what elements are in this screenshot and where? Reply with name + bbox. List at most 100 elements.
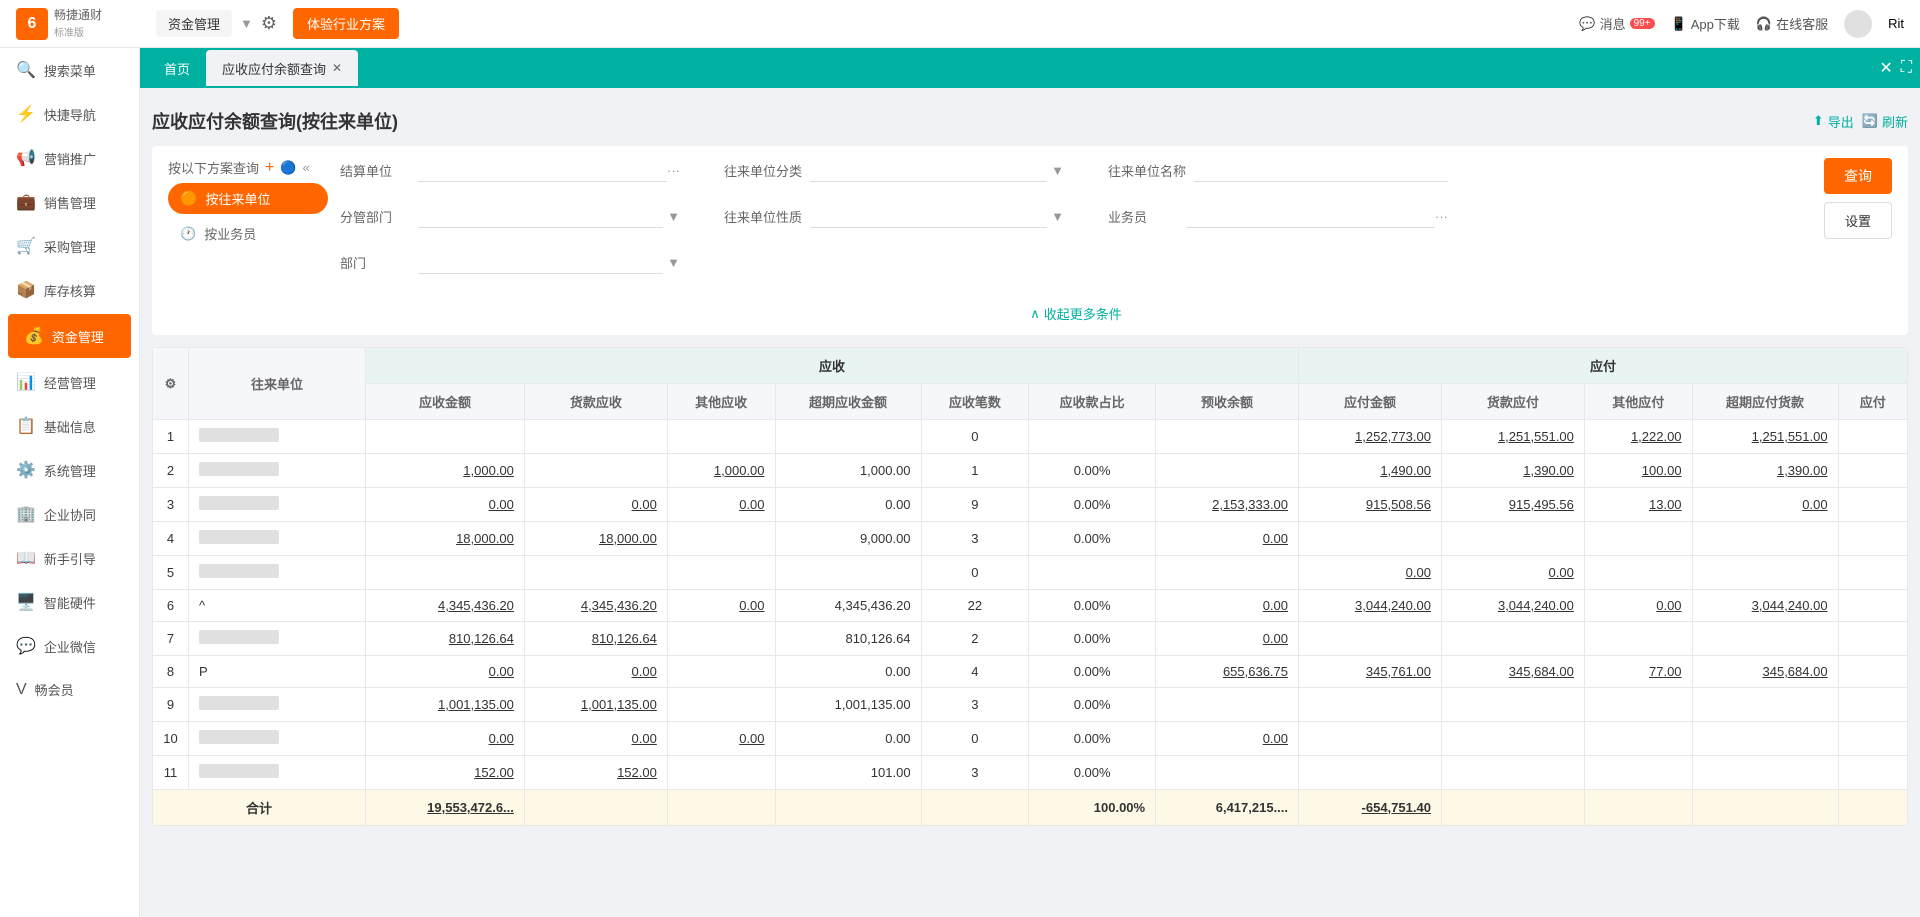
table-settings-col[interactable]: ⚙ (153, 348, 189, 420)
collapse-chevron-icon: ∧ (1030, 306, 1040, 322)
app-download-item[interactable]: 📱 App下载 (1671, 14, 1740, 33)
sidebar-item-vip[interactable]: V 畅会员 (0, 668, 139, 711)
dept2-arrow-icon[interactable]: ▼ (667, 255, 680, 270)
table-row: 7810,126.64810,126.64810,126.6420.00%0.0… (153, 622, 1908, 656)
message-item[interactable]: 💬 消息 99+ (1579, 14, 1654, 33)
sidebar-item-marketing-label: 营销推广 (44, 149, 96, 168)
filter-row-3: 部门 ▼ (340, 250, 1812, 274)
salesman-dots-icon[interactable]: ··· (1435, 209, 1448, 224)
filter-collapse-trigger[interactable]: ∧ 收起更多条件 (1030, 304, 1122, 323)
unit-name-input[interactable] (1194, 158, 1448, 182)
filter-group-salesman-icon: 🕐 (180, 226, 196, 242)
salesman-input[interactable] (1186, 204, 1435, 228)
sidebar-item-wechat[interactable]: 💬 企业微信 (0, 624, 139, 668)
dept-input[interactable] (418, 204, 663, 228)
filter-label: 按以下方案查询 (168, 158, 259, 177)
message-icon: 💬 (1579, 16, 1595, 32)
unit-category-arrow-icon[interactable]: ▼ (1051, 163, 1064, 178)
guide-icon: 📖 (16, 548, 36, 568)
col-ar-overdue: 超期应收金额 (775, 384, 921, 420)
user-avatar[interactable] (1844, 10, 1872, 38)
table-area: ⚙ 往来单位 应收 应付 应收金额 货款应收 其他应收 超期应收金额 应收笔数 … (152, 347, 1908, 826)
promo-button[interactable]: 体验行业方案 (293, 8, 399, 39)
sidebar-item-purchase[interactable]: 🛒 采购管理 (0, 224, 139, 268)
sidebar-item-search[interactable]: 🔍 搜索菜单 (0, 48, 139, 92)
total-ap-overdue (1692, 790, 1838, 826)
tab-home[interactable]: 首页 (148, 50, 206, 86)
sidebar-item-finance[interactable]: 💰 资金管理 (8, 314, 131, 358)
breadcrumb-current[interactable]: 资金管理 (156, 10, 232, 37)
total-prepay: 6,417,215.... (1156, 790, 1299, 826)
query-button[interactable]: 查询 (1824, 158, 1892, 194)
main-content: 首页 应收应付余额查询 ✕ ✕ ⛶ 应收应付余额查询(按往来单位) ⬆ 导出 🔄… (140, 48, 1920, 917)
total-row: 合计 19,553,472.6... 100.00% 6,417,215....… (153, 790, 1908, 826)
table-row: 91,001,135.001,001,135.001,001,135.0030.… (153, 688, 1908, 722)
sidebar-item-quicknav[interactable]: ⚡ 快捷导航 (0, 92, 139, 136)
top-settings-icon[interactable]: ⚙ (261, 13, 277, 34)
dept-arrow-icon[interactable]: ▼ (667, 209, 680, 224)
col-ar-other: 其他应收 (667, 384, 775, 420)
table-row: 30.000.000.000.0090.00%2,153,333.00915,5… (153, 488, 1908, 522)
enterprise-icon: 🏢 (16, 504, 36, 524)
table-row: 21,000.001,000.001,000.0010.00%1,490.001… (153, 454, 1908, 488)
unit-cell: ^ (189, 590, 366, 622)
online-service-item[interactable]: 🎧 在线客服 (1756, 14, 1828, 33)
tab-home-label: 首页 (164, 59, 190, 78)
total-ar-overdue (775, 790, 921, 826)
sidebar-item-inventory[interactable]: 📦 库存核算 (0, 268, 139, 312)
filter-add-icon[interactable]: + (265, 159, 274, 177)
export-button[interactable]: ⬆ 导出 (1813, 112, 1854, 131)
app-name: 畅捷通财 (54, 8, 102, 24)
logo-area: 6 畅捷通财 标准版 (16, 8, 156, 40)
unit-nature-arrow-icon[interactable]: ▼ (1051, 209, 1064, 224)
system-icon: ⚙️ (16, 460, 36, 480)
tab-close-btn[interactable]: ✕ (1879, 58, 1892, 78)
sidebar-item-hardware[interactable]: 🖥️ 智能硬件 (0, 580, 139, 624)
col-group-ar: 应收 (365, 348, 1298, 384)
dept2-input[interactable] (418, 250, 663, 274)
col-ap-overdue: 超期应付货款 (1692, 384, 1838, 420)
tab-ar-ap[interactable]: 应收应付余额查询 ✕ (206, 50, 358, 86)
sidebar-item-enterprise[interactable]: 🏢 企业协同 (0, 492, 139, 536)
settings-button[interactable]: 设置 (1824, 202, 1892, 239)
sidebar-item-marketing[interactable]: 📢 营销推广 (0, 136, 139, 180)
vip-icon: V (16, 681, 27, 699)
col-unit: 往来单位 (189, 348, 366, 420)
search-icon: 🔍 (16, 60, 36, 80)
total-ar[interactable]: 19,553,472.6... (365, 790, 524, 826)
unit-category-input[interactable] (810, 158, 1047, 182)
total-ap[interactable]: -654,751.40 (1299, 790, 1442, 826)
filter-unit-category: 往来单位分类 ▼ (724, 158, 1064, 182)
unit-nature-input[interactable] (810, 204, 1047, 228)
sidebar-item-operations[interactable]: 📊 经营管理 (0, 360, 139, 404)
page-actions: ⬆ 导出 🔄 刷新 (1813, 112, 1908, 131)
filter-group-salesman[interactable]: 🕐 按业务员 (168, 220, 328, 247)
sidebar-item-basics[interactable]: 📋 基础信息 (0, 404, 139, 448)
filter-group-unit[interactable]: 🟠 按往来单位 (168, 183, 328, 214)
inventory-icon: 📦 (16, 280, 36, 300)
online-service-label: 在线客服 (1776, 14, 1828, 33)
app-download-icon: 📱 (1671, 16, 1687, 32)
settlement-unit-input[interactable] (418, 158, 667, 182)
col-ap-other: 其他应付 (1584, 384, 1692, 420)
filter-unit-name: 往来单位名称 (1108, 158, 1448, 182)
user-name[interactable]: Rit (1888, 16, 1904, 31)
sidebar-item-system[interactable]: ⚙️ 系统管理 (0, 448, 139, 492)
breadcrumb-arrow-icon[interactable]: ▼ (240, 16, 253, 31)
col-prepay: 预收余额 (1156, 384, 1299, 420)
sidebar-item-sales[interactable]: 💼 销售管理 (0, 180, 139, 224)
refresh-button[interactable]: 🔄 刷新 (1862, 112, 1908, 131)
unit-cell (189, 488, 366, 522)
sidebar-item-guide[interactable]: 📖 新手引导 (0, 536, 139, 580)
tab-close-icon[interactable]: ✕ (332, 61, 342, 75)
tab-expand-btn[interactable]: ⛶ (1901, 59, 1912, 77)
sidebar-item-operations-label: 经营管理 (44, 373, 96, 392)
unit-cell (189, 722, 366, 756)
page-header: 应收应付余额查询(按往来单位) ⬆ 导出 🔄 刷新 (152, 100, 1908, 146)
quicknav-icon: ⚡ (16, 104, 36, 124)
filter-collapse-icon[interactable]: « (303, 160, 310, 175)
message-badge: 99+ (1630, 18, 1655, 29)
sidebar-item-enterprise-label: 企业协同 (44, 505, 96, 524)
filter-view-icon[interactable]: 🔵 (280, 160, 296, 176)
settlement-unit-dots-icon[interactable]: ··· (667, 163, 680, 178)
